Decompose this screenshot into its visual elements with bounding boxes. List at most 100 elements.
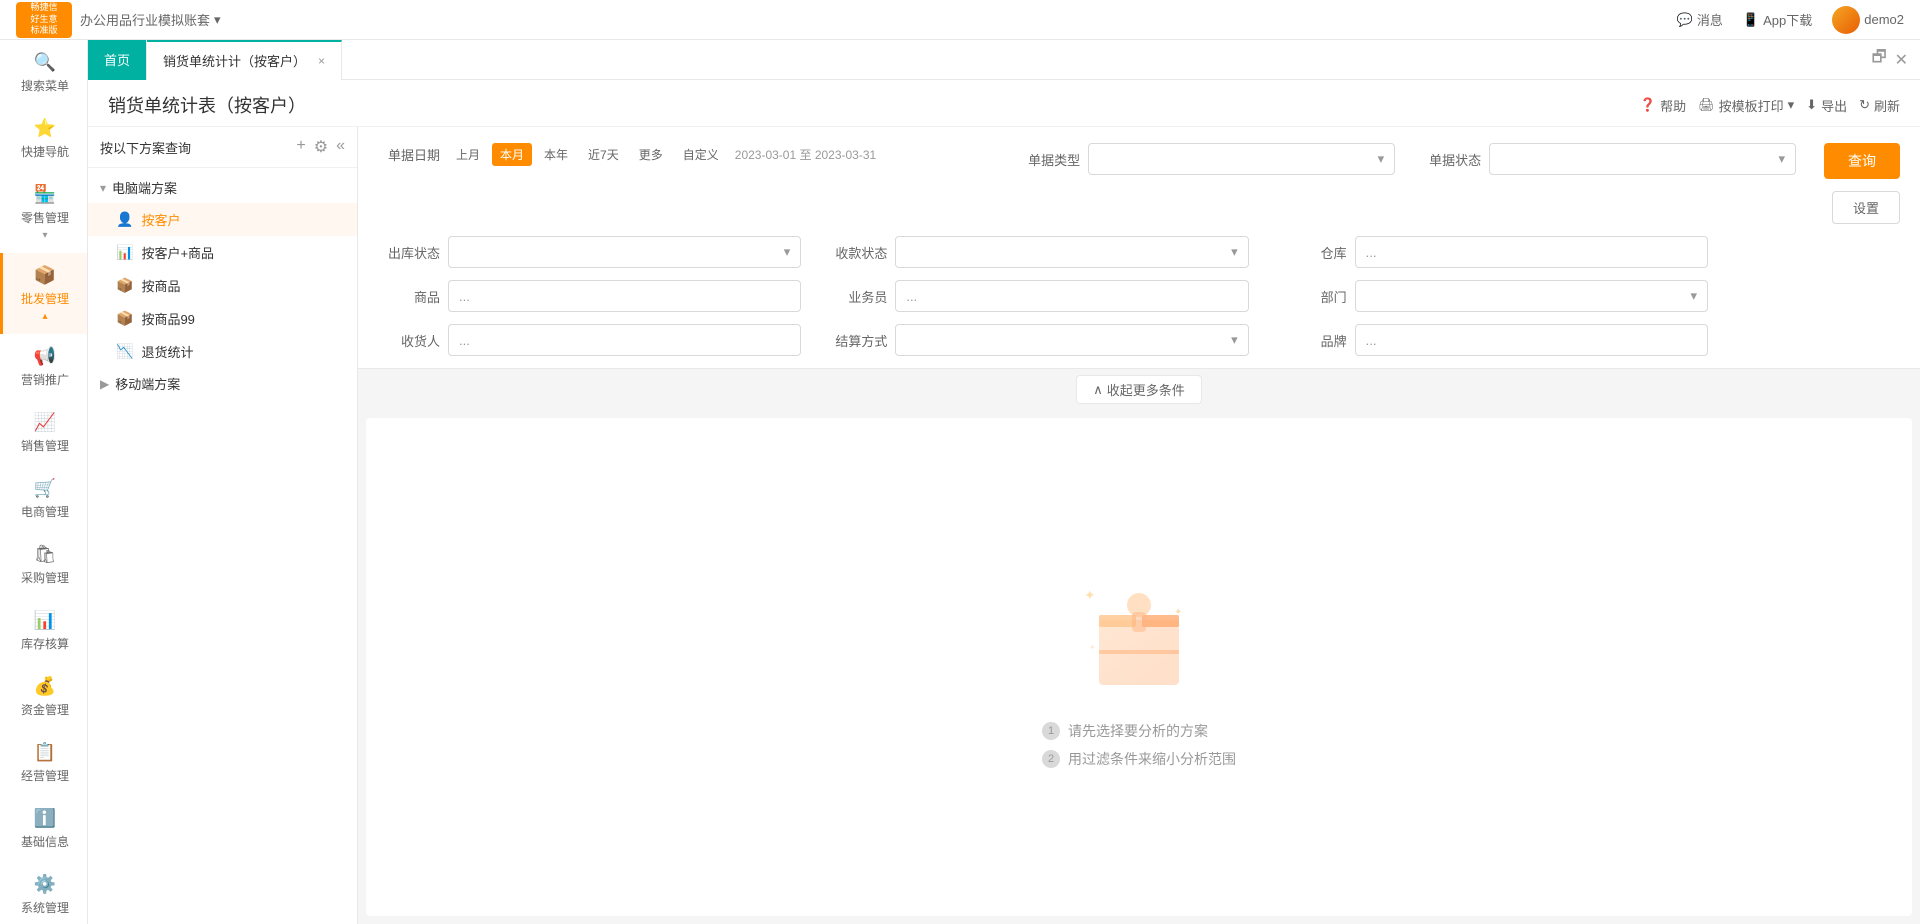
date-btn-custom[interactable]: 自定义 xyxy=(675,143,727,166)
info-icon: ℹ️ xyxy=(34,808,56,829)
sidebar-item-system[interactable]: ⚙️ 系统管理 xyxy=(0,862,87,924)
department-select[interactable]: ▾ xyxy=(1355,280,1708,312)
scheme-item-label: 按商品99 xyxy=(141,309,194,328)
date-range: 2023-03-01 至 2023-03-31 xyxy=(735,146,876,163)
help-icon: ❓ xyxy=(1640,97,1656,113)
sidebar-label: 营销推广 xyxy=(21,371,69,388)
goods-placeholder: ... xyxy=(459,289,470,304)
refresh-button[interactable]: ↻ 刷新 xyxy=(1859,96,1900,115)
sidebar-item-basic-info[interactable]: ℹ️ 基础信息 xyxy=(0,796,87,862)
app-logo: 畅捷信好生意标准版 xyxy=(16,2,72,38)
window-restore-icon[interactable]: 🗗 xyxy=(1872,46,1887,73)
salesperson-select[interactable]: ... xyxy=(895,280,1248,312)
marketing-icon: 📢 xyxy=(34,346,56,367)
scheme-group-desktop: ▾ 电脑端方案 👤 按客户 📊 按客户+商品 xyxy=(88,172,357,368)
out-status-select[interactable]: ▾ xyxy=(448,236,801,268)
scheme-panel-actions: + ⚙ « xyxy=(296,137,345,157)
nav-icon: ⭐ xyxy=(34,118,56,139)
order-type-select[interactable]: ▾ xyxy=(1088,143,1395,175)
settlement-arrow: ▾ xyxy=(1231,332,1238,348)
scheme-panel: 按以下方案查询 + ⚙ « ▾ 电脑端方案 xyxy=(88,127,358,924)
filter-section: 单据日期 上月 本月 本年 近7天 更多 自定义 2023-03-01 至 20… xyxy=(358,127,1920,369)
window-close-icon[interactable]: ✕ xyxy=(1895,50,1908,70)
collapse-label: 收起更多条件 xyxy=(1107,380,1185,399)
department-arrow: ▾ xyxy=(1690,288,1697,304)
app-title-dropdown[interactable]: 办公用品行业模拟账套 ▾ xyxy=(80,10,221,29)
user-menu[interactable]: demo2 xyxy=(1832,6,1904,34)
date-btn-more[interactable]: 更多 xyxy=(631,143,671,166)
help-button[interactable]: ❓ 帮助 xyxy=(1640,96,1686,115)
date-btn-last-month[interactable]: 上月 xyxy=(448,143,488,166)
scheme-add-button[interactable]: + xyxy=(296,137,305,157)
collapse-button[interactable]: ∧ 收起更多条件 xyxy=(1076,375,1202,404)
brand-select[interactable]: ... xyxy=(1355,324,1708,356)
sidebar-item-nav[interactable]: ⭐ 快捷导航 xyxy=(0,106,87,172)
tabs-bar: 首页 销货单统计计（按客户） × 🗗 ✕ xyxy=(88,40,1920,80)
date-btn-this-month[interactable]: 本月 xyxy=(492,143,532,166)
scheme-item-goods99[interactable]: 📦 按商品99 xyxy=(88,302,357,335)
empty-tips: 1 请先选择要分析的方案 2 用过滤条件来缩小分析范围 xyxy=(1042,721,1236,769)
svg-text:✦: ✦ xyxy=(1084,587,1096,603)
sidebar-item-retail[interactable]: 🏪 零售管理 ▾ xyxy=(0,172,87,253)
scheme-group-desktop-header[interactable]: ▾ 电脑端方案 xyxy=(88,172,357,203)
tab-home[interactable]: 首页 xyxy=(88,40,147,80)
warehouse-select[interactable]: ... xyxy=(1355,236,1708,268)
scheme-item-label: 按客户 xyxy=(141,210,180,229)
sidebar-item-marketing[interactable]: 📢 营销推广 xyxy=(0,334,87,400)
sidebar-item-purchase[interactable]: 🛍 采购管理 xyxy=(0,532,87,598)
consignee-select[interactable]: ... xyxy=(448,324,801,356)
export-button[interactable]: ⬇ 导出 xyxy=(1806,96,1847,115)
query-button[interactable]: 查询 xyxy=(1824,143,1900,179)
sidebar-item-ecommerce[interactable]: 🛒 电商管理 xyxy=(0,466,87,532)
chevron-up-icon: ▴ xyxy=(42,311,47,322)
print-icon: 🖨 xyxy=(1698,97,1715,113)
sidebar-item-sales[interactable]: 📈 销售管理 xyxy=(0,400,87,466)
scheme-item-label: 退货统计 xyxy=(141,342,193,361)
svg-text:✦: ✦ xyxy=(1174,607,1182,618)
goods-select[interactable]: ... xyxy=(448,280,801,312)
sidebar-item-search[interactable]: 🔍 搜索菜单 xyxy=(0,40,87,106)
scheme-item-customer[interactable]: 👤 按客户 xyxy=(88,203,357,236)
scheme-item-goods[interactable]: 📦 按商品 xyxy=(88,269,357,302)
tip-text-2: 用过滤条件来缩小分析范围 xyxy=(1068,749,1236,769)
customer-icon: 👤 xyxy=(116,211,133,228)
tab-sales-stats[interactable]: 销货单统计计（按客户） × xyxy=(147,40,342,80)
goods-label: 商品 xyxy=(378,287,448,306)
sidebar-label: 资金管理 xyxy=(21,701,69,718)
settings-button[interactable]: 设置 xyxy=(1832,191,1900,224)
search-icon: 🔍 xyxy=(34,52,56,73)
scheme-collapse-icon[interactable]: « xyxy=(336,137,345,157)
print-button[interactable]: 🖨 按模板打印 ▾ xyxy=(1698,96,1794,115)
date-btn-7days[interactable]: 近7天 xyxy=(580,143,627,166)
sidebar-item-inventory[interactable]: 📊 库存核算 xyxy=(0,598,87,664)
settlement-select[interactable]: ▾ xyxy=(895,324,1248,356)
svg-text:✦: ✦ xyxy=(1089,643,1096,652)
operations-icon: 📋 xyxy=(34,742,56,763)
sidebar-label: 搜索菜单 xyxy=(21,77,69,94)
brand-label: 品牌 xyxy=(1285,331,1355,350)
tab-close-icon[interactable]: × xyxy=(318,54,325,68)
collapse-up-icon: ∧ xyxy=(1093,382,1103,398)
order-status-select[interactable]: ▾ xyxy=(1489,143,1796,175)
order-status-arrow: ▾ xyxy=(1778,151,1785,167)
date-btn-this-year[interactable]: 本年 xyxy=(536,143,576,166)
tip-num-2: 2 xyxy=(1042,750,1060,768)
sidebar-label: 快捷导航 xyxy=(21,143,69,160)
scheme-item-returns[interactable]: 📉 退货统计 xyxy=(88,335,357,368)
warehouse-placeholder: ... xyxy=(1366,245,1377,260)
group-name: 移动端方案 xyxy=(115,374,345,393)
message-button[interactable]: 💬 消息 xyxy=(1677,10,1723,29)
empty-illustration: ✦ ✦ ✦ xyxy=(1059,565,1219,705)
page-header: 销货单统计表（按客户） ❓ 帮助 🖨 按模板打印 ▾ ⬇ 导出 xyxy=(88,80,1920,127)
empty-tip-1: 1 请先选择要分析的方案 xyxy=(1042,721,1236,741)
scheme-item-customer-goods[interactable]: 📊 按客户+商品 xyxy=(88,236,357,269)
sidebar-item-operations[interactable]: 📋 经营管理 xyxy=(0,730,87,796)
receipt-status-select[interactable]: ▾ xyxy=(895,236,1248,268)
app-download-button[interactable]: 📱 App下载 xyxy=(1743,10,1812,29)
sidebar-item-finance[interactable]: 💰 资金管理 xyxy=(0,664,87,730)
active-tab-label: 销货单统计计（按客户） xyxy=(163,51,306,70)
scheme-group-mobile-header[interactable]: ▶ 移动端方案 xyxy=(88,368,357,399)
scheme-settings-icon[interactable]: ⚙ xyxy=(314,137,328,157)
empty-svg-illustration: ✦ ✦ ✦ xyxy=(1069,570,1209,700)
sidebar-item-wholesale[interactable]: 📦 批发管理 ▴ xyxy=(0,253,87,334)
